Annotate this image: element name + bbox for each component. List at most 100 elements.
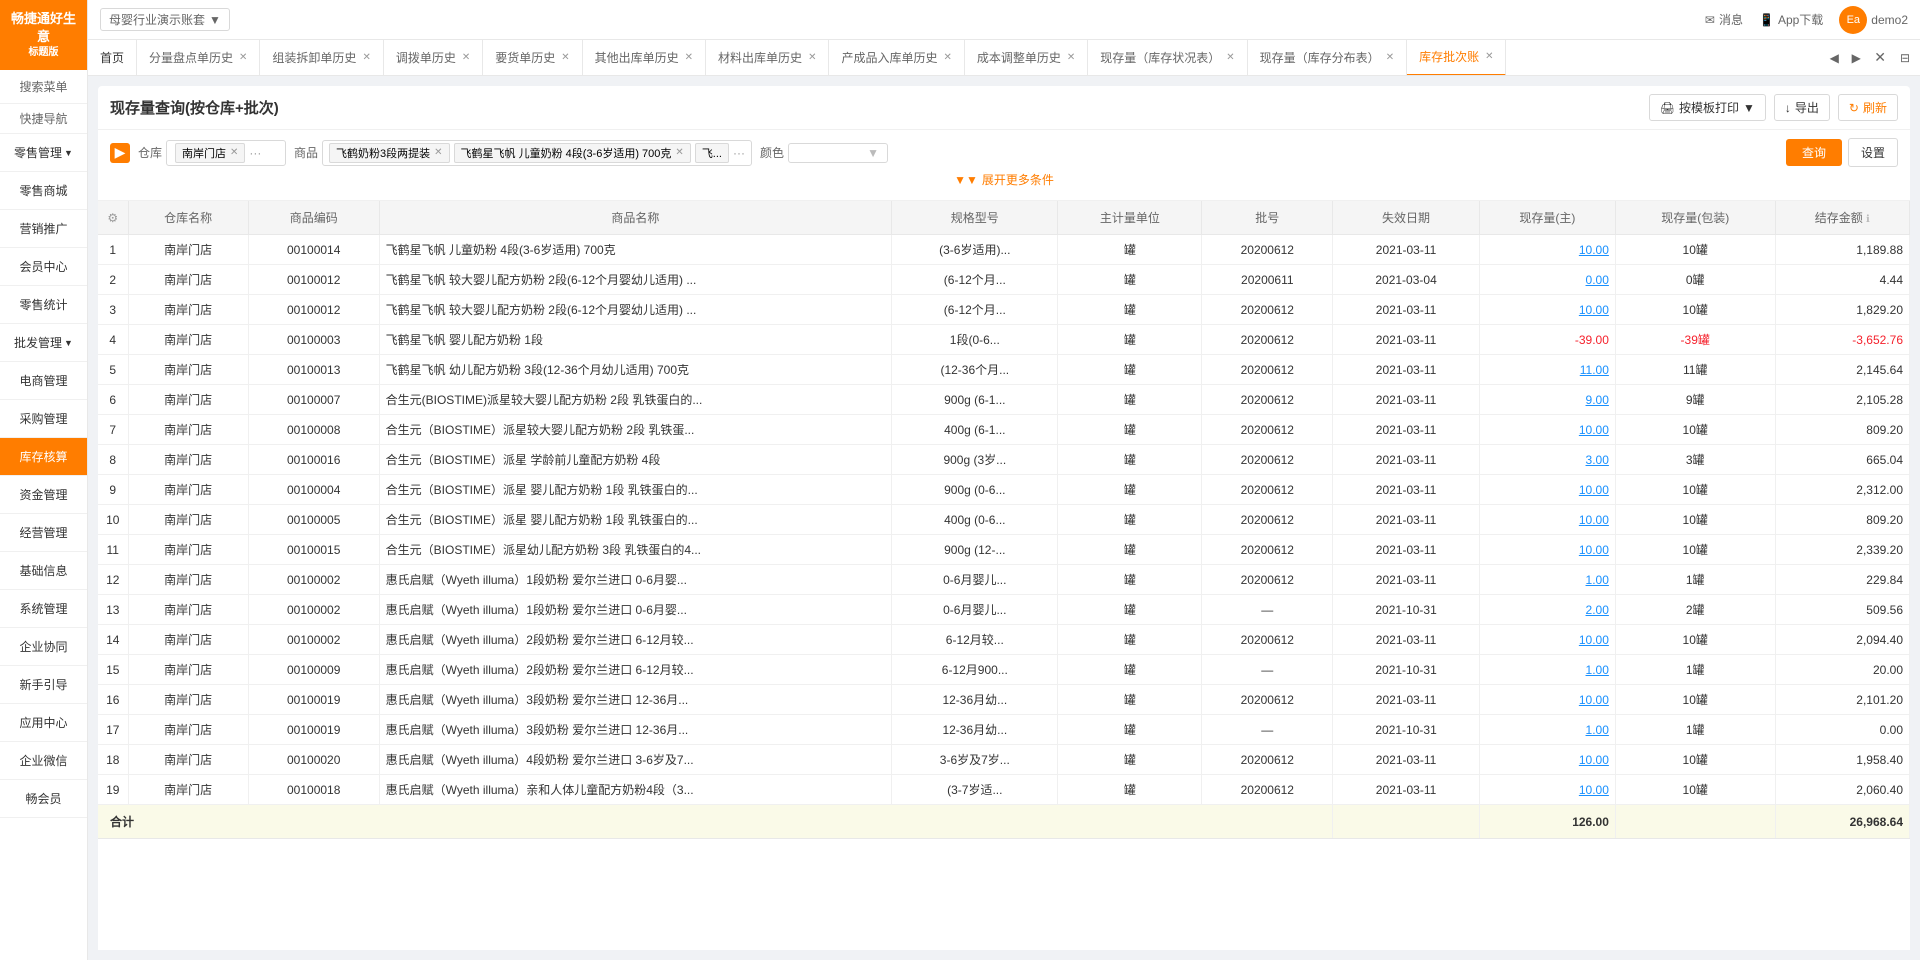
row-no: 1 — [98, 235, 128, 265]
tab-material-history[interactable]: 材料出库单历史 ✕ — [706, 40, 829, 76]
sidebar-item-inventory[interactable]: 库存核算 — [0, 438, 87, 476]
tab-require-history[interactable]: 要货单历史 ✕ — [483, 40, 582, 76]
expand-more-conditions[interactable]: ▼▼ 展开更多条件 — [110, 167, 1898, 192]
tab-close-icon[interactable]: ✕ — [561, 52, 569, 63]
col-warehouse: 仓库名称 — [128, 201, 248, 235]
sidebar-item-marketing[interactable]: 营销推广 — [0, 210, 87, 248]
filter-expand-button[interactable]: ▶ — [110, 143, 130, 163]
sidebar-item-purchase[interactable]: 采购管理 — [0, 400, 87, 438]
sidebar-search[interactable]: 搜索菜单 — [0, 70, 87, 104]
sidebar-item-ecommerce[interactable]: 电商管理 — [0, 362, 87, 400]
more-icon[interactable]: ··· — [249, 146, 261, 160]
tab-close-icon[interactable]: ✕ — [1226, 52, 1234, 63]
tab-close-icon[interactable]: ✕ — [685, 52, 693, 63]
chevron-down-icon: ▼ — [1743, 101, 1755, 115]
row-qty-main: 1.00 — [1479, 655, 1615, 685]
tab-scroll-left[interactable]: ◀ — [1824, 48, 1844, 68]
template-print-button[interactable]: 🖨 按模板打印 ▼ — [1649, 94, 1766, 121]
tab-close-icon[interactable]: ✕ — [808, 52, 816, 63]
sidebar-item-stats[interactable]: 零售统计 — [0, 286, 87, 324]
settings-icon[interactable]: ⚙ — [107, 211, 118, 225]
tab-transfer-history[interactable]: 调拨单历史 ✕ — [384, 40, 483, 76]
row-amount: 2,145.64 — [1775, 355, 1909, 385]
sidebar-item-guide[interactable]: 新手引导 — [0, 666, 87, 704]
color-filter-input[interactable]: ▼ — [788, 143, 888, 163]
sidebar-item-apps[interactable]: 应用中心 — [0, 704, 87, 742]
row-batch: 20200612 — [1202, 505, 1333, 535]
col-qty-main: 现存量(主) — [1479, 201, 1615, 235]
row-code: 00100015 — [248, 535, 379, 565]
tab-close-icon[interactable]: ✕ — [1067, 52, 1075, 63]
tab-combo-history[interactable]: 组装拆卸单历史 ✕ — [260, 40, 383, 76]
row-code: 00100020 — [248, 745, 379, 775]
sidebar-item-member[interactable]: 会员中心 — [0, 248, 87, 286]
tab-cost-adjust-history[interactable]: 成本调整单历史 ✕ — [965, 40, 1088, 76]
tab-close-icon[interactable]: ✕ — [1485, 51, 1493, 62]
row-warehouse: 南岸门店 — [128, 325, 248, 355]
tab-inventory-dist[interactable]: 现存量（库存分布表） ✕ — [1248, 40, 1407, 76]
row-batch: 20200612 — [1202, 445, 1333, 475]
sidebar-item-shop[interactable]: 零售商城 — [0, 172, 87, 210]
sidebar-item-system[interactable]: 系统管理 — [0, 590, 87, 628]
tab-product-in-history[interactable]: 产成品入库单历史 ✕ — [829, 40, 964, 76]
sidebar-quick-nav[interactable]: 快捷导航 — [0, 104, 87, 134]
row-no: 19 — [98, 775, 128, 805]
product-tag-close-0[interactable]: ✕ — [434, 147, 442, 158]
col-settings[interactable]: ⚙ — [98, 201, 128, 235]
row-expire: 2021-03-11 — [1333, 565, 1480, 595]
tab-close-icon[interactable]: ✕ — [362, 52, 370, 63]
search-button[interactable]: 查询 — [1786, 139, 1842, 166]
sidebar-item-wechat[interactable]: 企业微信 — [0, 742, 87, 780]
row-spec: 900g (0-6... — [892, 475, 1058, 505]
more-icon[interactable]: ··· — [733, 146, 745, 160]
row-qty-main: 10.00 — [1479, 775, 1615, 805]
export-button[interactable]: ↓ 导出 — [1774, 94, 1830, 121]
tab-home[interactable]: 首页 — [88, 40, 137, 76]
tab-other-out-history[interactable]: 其他出库单历史 ✕ — [583, 40, 706, 76]
refresh-button[interactable]: ↻ 刷新 — [1838, 94, 1898, 121]
sidebar-item-wholesale[interactable]: 批发管理 ▼ — [0, 324, 87, 362]
row-code: 00100019 — [248, 715, 379, 745]
setting-button[interactable]: 设置 — [1848, 138, 1898, 167]
warehouse-tag-close[interactable]: ✕ — [230, 147, 238, 158]
row-unit: 罐 — [1058, 265, 1202, 295]
tab-inventory-status[interactable]: 现存量（库存状况表） ✕ — [1088, 40, 1247, 76]
sidebar-item-business[interactable]: 经营管理 — [0, 514, 87, 552]
row-code: 00100019 — [248, 685, 379, 715]
row-name: 合生元（BIOSTIME）派星较大婴儿配方奶粉 2段 乳铁蛋... — [379, 415, 892, 445]
tab-close-icon[interactable]: ✕ — [1386, 52, 1394, 63]
table-row: 17 南岸门店 00100019 惠氏启赋（Wyeth illuma）3段奶粉 … — [98, 715, 1910, 745]
tab-minimize-all[interactable]: ⊟ — [1894, 51, 1916, 65]
sidebar-item-finance[interactable]: 资金管理 — [0, 476, 87, 514]
tab-split-history[interactable]: 分量盘点单历史 ✕ — [137, 40, 260, 76]
tab-batch-voucher[interactable]: 库存批次账 ✕ — [1407, 40, 1506, 76]
sidebar-item-basic[interactable]: 基础信息 — [0, 552, 87, 590]
tab-close-icon[interactable]: ✕ — [462, 52, 470, 63]
row-no: 6 — [98, 385, 128, 415]
product-filter-input[interactable]: 飞鹤奶粉3段两提装 ✕ 飞鹤星飞帆 儿童奶粉 4段(3-6岁适用) 700克 ✕… — [322, 140, 752, 166]
user-menu[interactable]: Ea demo2 — [1839, 6, 1908, 34]
row-batch: 20200612 — [1202, 535, 1333, 565]
row-warehouse: 南岸门店 — [128, 475, 248, 505]
tab-close-icon[interactable]: ✕ — [943, 52, 951, 63]
org-selector[interactable]: 母婴行业演示账套 ▼ — [100, 8, 230, 31]
sidebar-logo[interactable]: 畅捷通好生意 标题版 — [0, 0, 87, 70]
row-batch: 20200611 — [1202, 265, 1333, 295]
message-button[interactable]: ✉ 消息 — [1705, 11, 1743, 28]
filter-row: ▶ 仓库 南岸门店 ✕ ··· 商品 飞鹤奶粉3段两提 — [110, 138, 1898, 167]
table-row: 6 南岸门店 00100007 合生元(BIOSTIME)派星较大婴儿配方奶粉 … — [98, 385, 1910, 415]
tab-scroll-right[interactable]: ▶ — [1846, 48, 1866, 68]
tab-close-all[interactable]: ✕ — [1868, 49, 1892, 66]
sidebar-item-retail[interactable]: 零售管理 ▼ — [0, 134, 87, 172]
col-batch: 批号 — [1202, 201, 1333, 235]
sidebar-item-corp[interactable]: 企业协同 — [0, 628, 87, 666]
table-header-row: ⚙ 仓库名称 商品编码 商品名称 规格型号 主计量单位 批号 失效日期 现存量(… — [98, 201, 1910, 235]
sidebar: 畅捷通好生意 标题版 搜索菜单 快捷导航 零售管理 ▼ 零售商城 营销推广 会员… — [0, 0, 88, 960]
product-tag-close-1[interactable]: ✕ — [675, 147, 683, 158]
sidebar-item-vip[interactable]: 畅会员 — [0, 780, 87, 818]
tab-close-icon[interactable]: ✕ — [239, 52, 247, 63]
app-download-button[interactable]: 📱 App下载 — [1759, 11, 1823, 28]
row-unit: 罐 — [1058, 445, 1202, 475]
warehouse-filter-input[interactable]: 南岸门店 ✕ ··· — [166, 140, 286, 166]
row-qty-pkg: 1罐 — [1615, 655, 1775, 685]
